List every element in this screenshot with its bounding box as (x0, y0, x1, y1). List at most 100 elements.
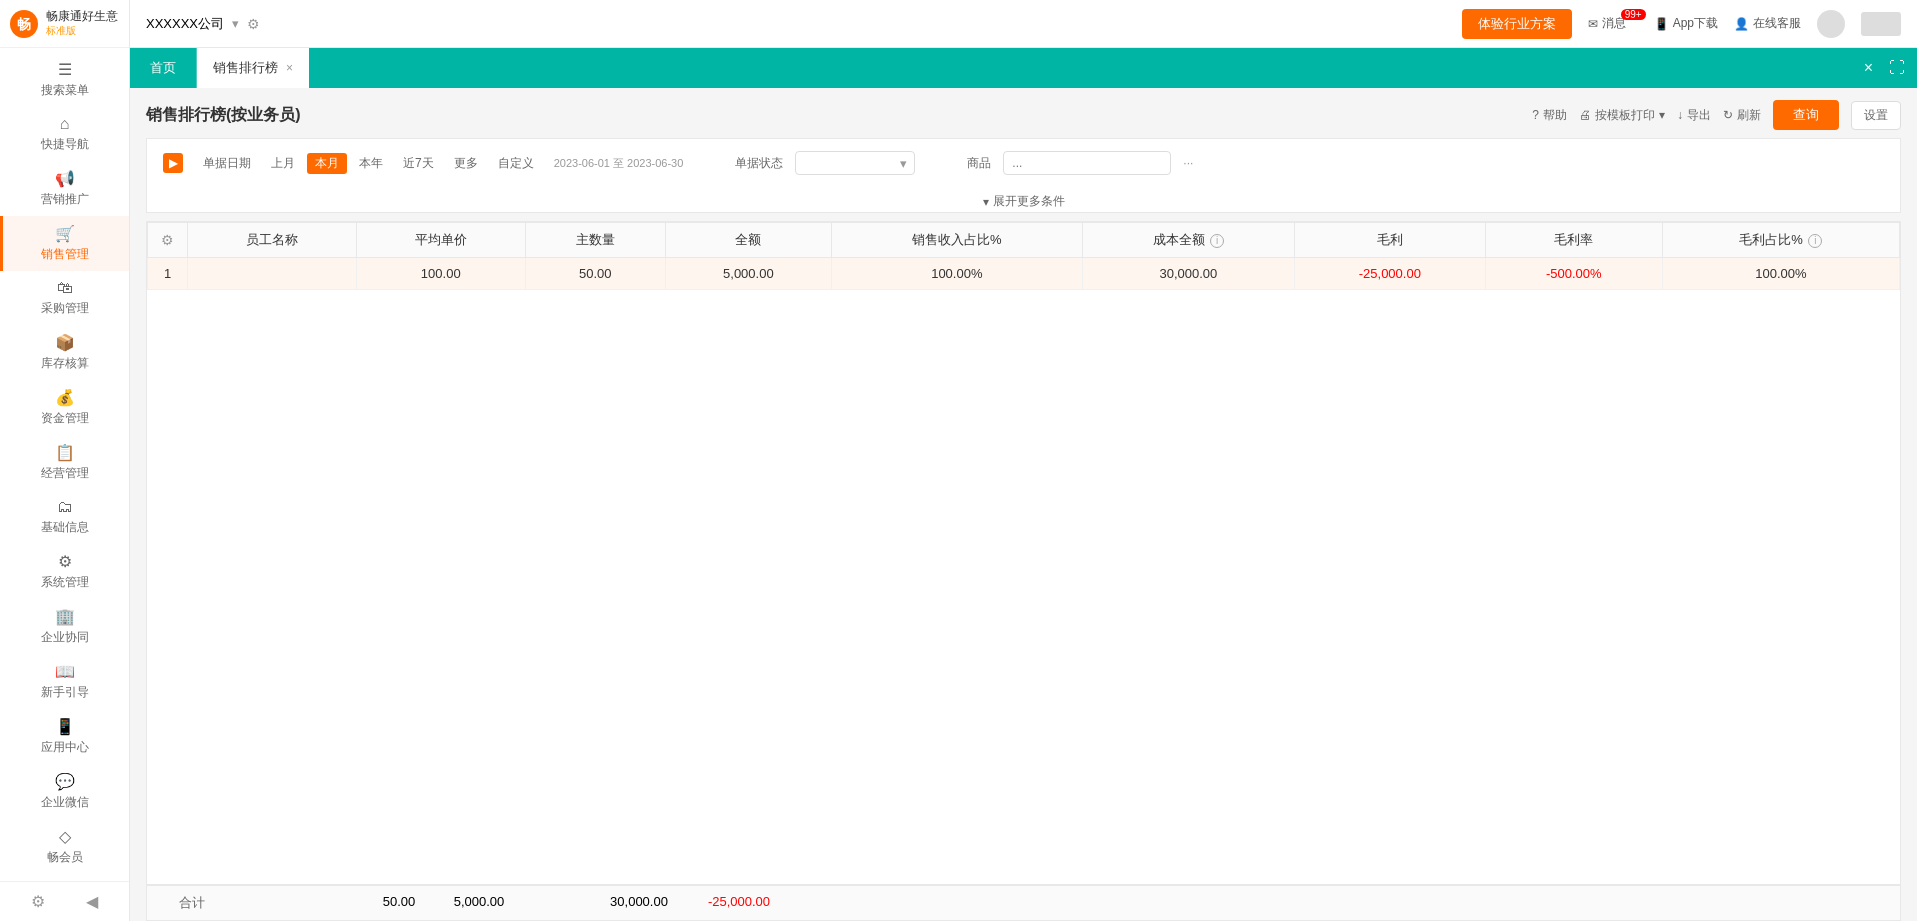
expand-conditions-btn[interactable]: ▾ 展开更多条件 (147, 187, 1900, 212)
sidebar-item-shortcut[interactable]: ⌂ 快捷导航 (0, 107, 129, 161)
date-tab-more[interactable]: 更多 (446, 153, 486, 174)
settings-button[interactable]: 设置 (1851, 101, 1901, 130)
tab-maximize-icon[interactable]: ⛶ (1885, 55, 1909, 81)
goods-input[interactable] (1003, 151, 1171, 175)
export-icon: ↓ (1677, 108, 1683, 122)
tab-close-icon[interactable]: × (286, 61, 293, 75)
goods-label: 商品 (967, 155, 991, 172)
sidebar-item-wechat[interactable]: 💬 企业微信 (0, 764, 129, 819)
sidebar-settings-icon[interactable]: ⚙ (31, 892, 45, 911)
cell-gross: -25,000.00 (1294, 258, 1485, 290)
sidebar-item-marketing[interactable]: 📢 营销推广 (0, 161, 129, 216)
date-tab-current-month[interactable]: 本月 (307, 153, 347, 174)
gross-pct-info-icon[interactable]: i (1808, 234, 1822, 248)
cell-gross-pct: 100.00% (1662, 258, 1899, 290)
more-fields-icon[interactable]: ··· (1183, 156, 1193, 170)
page-inner: 销售排行榜(按业务员) ? 帮助 🖨 按模板打印 ▾ ↓ 导出 (130, 88, 1917, 921)
settings-icon[interactable]: ⚙ (247, 16, 260, 32)
sidebar-item-app[interactable]: 📱 应用中心 (0, 709, 129, 764)
help-button[interactable]: ? 帮助 (1532, 107, 1567, 124)
filter-main-row: ▶ 单据日期 上月 本月 本年 近7天 更多 自定义 2023-06-01 至 … (147, 139, 1900, 187)
footer-amount: 5,000.00 (439, 894, 519, 912)
sidebar-item-finance[interactable]: 💰 资金管理 (0, 380, 129, 435)
th-gross: 毛利 (1294, 223, 1485, 258)
app-download-button[interactable]: 📱 App下载 (1654, 15, 1718, 32)
th-employee: 员工名称 (188, 223, 357, 258)
sidebar-item-guide[interactable]: 📖 新手引导 (0, 654, 129, 709)
help-icon: ? (1532, 108, 1539, 122)
logo-title: 畅康通好生意 (46, 9, 118, 25)
query-button[interactable]: 查询 (1773, 100, 1839, 130)
user-avatar[interactable] (1817, 10, 1845, 38)
cost-info-icon[interactable]: i (1210, 234, 1224, 248)
footer-label: 合计 (159, 894, 359, 912)
footer-gross: -25,000.00 (699, 894, 779, 912)
tab-bar: 首页 销售排行榜 × × ⛶ (130, 48, 1917, 88)
company-selector[interactable]: XXXXXX公司 ▾ ⚙ (146, 15, 260, 33)
sidebar-item-operations[interactable]: 📋 经营管理 (0, 435, 129, 490)
refresh-icon: ↻ (1723, 108, 1733, 122)
sidebar-item-label: 应用中心 (41, 739, 89, 756)
sidebar-item-search[interactable]: ☰ 搜索菜单 (0, 52, 129, 107)
sidebar-item-basic[interactable]: 🗂 基础信息 (0, 490, 129, 544)
table-footer: 合计 50.00 5,000.00 30,000.00 -25,000.00 (147, 884, 1900, 920)
date-tab-7days[interactable]: 近7天 (395, 153, 442, 174)
sidebar-menu: ☰ 搜索菜单 ⌂ 快捷导航 📢 营销推广 🛒 销售管理 🛍 采购管理 📦 库存核… (0, 48, 129, 881)
sidebar-item-sales[interactable]: 🛒 销售管理 (0, 216, 129, 271)
th-avg-price: 平均单价 (356, 223, 525, 258)
home-icon: ⌂ (60, 115, 70, 133)
filter-toggle-btn[interactable]: ▶ (163, 153, 183, 173)
tab-home[interactable]: 首页 (130, 48, 197, 88)
basic-icon: 🗂 (57, 498, 73, 516)
app-download-icon: 📱 (1654, 17, 1669, 31)
date-tab-year[interactable]: 本年 (351, 153, 391, 174)
trial-button[interactable]: 体验行业方案 (1462, 9, 1572, 39)
tab-bar-right: × ⛶ (1860, 55, 1917, 81)
tab-close-window-icon[interactable]: × (1860, 55, 1877, 81)
sidebar-collapse-icon[interactable]: ◀ (86, 892, 98, 911)
tab-sales-ranking[interactable]: 销售排行榜 × (197, 48, 309, 88)
message-button[interactable]: ✉ 消息 99+ (1588, 15, 1638, 32)
th-settings[interactable]: ⚙ (148, 223, 188, 258)
sidebar-item-label: 企业微信 (41, 794, 89, 811)
sidebar-item-label: 搜索菜单 (41, 82, 89, 99)
search-menu-icon: ☰ (58, 60, 72, 79)
filter-section: ▶ 单据日期 上月 本月 本年 近7天 更多 自定义 2023-06-01 至 … (146, 138, 1901, 213)
th-sales-pct: 销售收入占比% (831, 223, 1082, 258)
cell-amount: 5,000.00 (665, 258, 831, 290)
service-button[interactable]: 👤 在线客服 (1734, 15, 1801, 32)
date-tab-prev-month[interactable]: 上月 (263, 153, 303, 174)
footer-cost: 30,000.00 (599, 894, 679, 912)
refresh-button[interactable]: ↻ 刷新 (1723, 107, 1761, 124)
sidebar-item-inventory[interactable]: 📦 库存核算 (0, 325, 129, 380)
print-button[interactable]: 🖨 按模板打印 ▾ (1579, 107, 1665, 124)
service-icon: 👤 (1734, 17, 1749, 31)
header-icons: ✉ 消息 99+ 📱 App下载 👤 在线客服 (1588, 10, 1901, 38)
sidebar-item-member[interactable]: ◇ 畅会员 (0, 819, 129, 874)
cell-sales-pct: 100.00% (831, 258, 1082, 290)
table-settings-icon[interactable]: ⚙ (161, 232, 174, 248)
sidebar-item-enterprise[interactable]: 🏢 企业协同 (0, 599, 129, 654)
date-range-display: 2023-06-01 至 2023-06-30 (554, 156, 684, 171)
status-select[interactable] (795, 151, 915, 175)
status-select-wrapper (795, 151, 915, 175)
svg-text:畅: 畅 (17, 16, 31, 32)
date-tab-custom[interactable]: 自定义 (490, 153, 542, 174)
app-download-label: App下载 (1673, 15, 1718, 32)
export-button[interactable]: ↓ 导出 (1677, 107, 1711, 124)
sidebar-item-label: 系统管理 (41, 574, 89, 591)
member-icon: ◇ (59, 827, 71, 846)
data-table: ⚙ 员工名称 平均单价 主数量 (147, 222, 1900, 290)
sidebar-item-purchase[interactable]: 🛍 采购管理 (0, 271, 129, 325)
operations-icon: 📋 (55, 443, 75, 462)
cell-employee (188, 258, 357, 290)
sidebar-item-label: 资金管理 (41, 410, 89, 427)
th-amount: 全额 (665, 223, 831, 258)
date-tabs: 上月 本月 本年 近7天 更多 自定义 2023-06-01 至 2023-06… (263, 153, 683, 174)
print-dropdown-icon: ▾ (1659, 108, 1665, 122)
table-scroll: ⚙ 员工名称 平均单价 主数量 (147, 222, 1900, 884)
inventory-icon: 📦 (55, 333, 75, 352)
sidebar-item-system[interactable]: ⚙ 系统管理 (0, 544, 129, 599)
message-icon: ✉ (1588, 17, 1598, 31)
main-area: XXXXXX公司 ▾ ⚙ 体验行业方案 ✉ 消息 99+ 📱 App下载 👤 在… (130, 0, 1917, 921)
